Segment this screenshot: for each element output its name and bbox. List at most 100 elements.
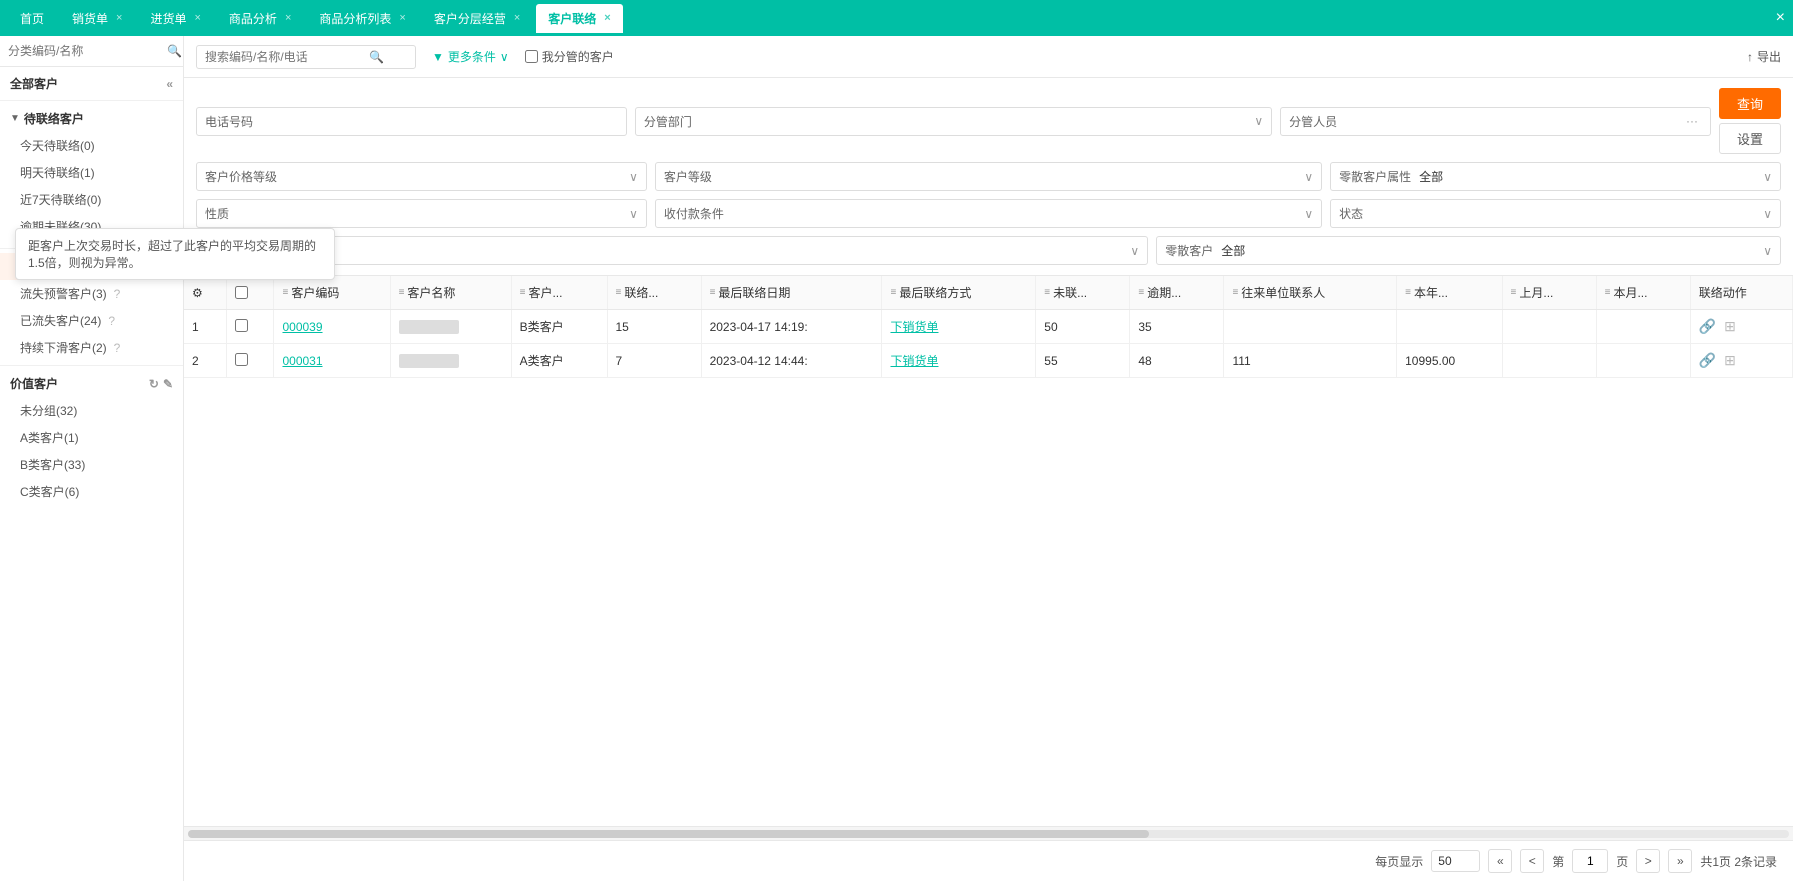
query-button[interactable]: 查询 xyxy=(1719,88,1781,119)
settings-icon[interactable]: ⚙ xyxy=(192,286,203,300)
filter-payment[interactable]: 收付款条件 ∨ xyxy=(655,199,1322,228)
col-uncontacted[interactable]: ≡ 未联... xyxy=(1036,276,1130,310)
close-tab-customer-contact[interactable]: × xyxy=(604,12,610,24)
close-tab-goods-analysis-list[interactable]: × xyxy=(399,12,405,24)
price-level-dropdown-icon[interactable]: ∨ xyxy=(629,170,638,184)
sidebar-group-pending[interactable]: ▼ 待联络客户 xyxy=(0,105,183,132)
help-icon-declining[interactable]: ? xyxy=(114,341,121,355)
tab-sales[interactable]: 销货单 × xyxy=(60,4,134,33)
col-code[interactable]: ≡ 客户编码 xyxy=(274,276,390,310)
close-window-button[interactable]: × xyxy=(1776,9,1785,27)
help-icon-churned[interactable]: ? xyxy=(108,314,115,328)
col-this-month[interactable]: ≡ 本月... xyxy=(1596,276,1690,310)
more-conditions-button[interactable]: ▼ 更多条件 ∨ xyxy=(424,44,517,69)
edit-icon[interactable]: ✎ xyxy=(163,377,173,391)
row-checkbox-1[interactable] xyxy=(235,319,248,332)
tab-customer-tier[interactable]: 客户分层经营 × xyxy=(422,4,532,33)
filter-customer-type[interactable]: 客户类型 ∨ xyxy=(220,236,1148,265)
nature-dropdown-icon[interactable]: ∨ xyxy=(629,207,638,221)
sidebar-item-c-class[interactable]: C类客户(6) xyxy=(0,478,183,505)
page-nav-first[interactable]: « xyxy=(1488,849,1512,873)
page-size-select[interactable]: 50 100 200 xyxy=(1431,850,1480,872)
col-contact[interactable]: ≡ 联络... xyxy=(607,276,701,310)
close-tab-sales[interactable]: × xyxy=(116,12,122,24)
filter-retail-customer[interactable]: 零散客户 全部 ∨ xyxy=(1156,236,1781,265)
more-icon[interactable]: ··· xyxy=(1686,114,1698,128)
sidebar-search-input[interactable] xyxy=(8,44,163,58)
filter-nature[interactable]: 性质 ∨ xyxy=(196,199,647,228)
page-nav-prev[interactable]: < xyxy=(1520,849,1544,873)
col-last-month[interactable]: ≡ 上月... xyxy=(1502,276,1596,310)
sidebar-pending-group: ▼ 待联络客户 今天待联络(0) 明天待联络(1) 近7天待联络(0) 逾期未联… xyxy=(0,101,183,244)
sidebar-item-today[interactable]: 今天待联络(0) xyxy=(0,132,183,159)
filter-status[interactable]: 状态 ∨ xyxy=(1330,199,1781,228)
filter-manager[interactable]: 分管人员 ··· xyxy=(1280,107,1711,136)
page-nav-last[interactable]: » xyxy=(1668,849,1692,873)
filter-customer-level[interactable]: 客户等级 ∨ xyxy=(655,162,1322,191)
cell-name-2 xyxy=(390,344,511,378)
search-submit-icon[interactable]: 🔍 xyxy=(369,50,384,64)
row-checkbox-2[interactable] xyxy=(235,353,248,366)
search-icon[interactable]: 🔍 xyxy=(167,44,182,58)
close-tab-customer-tier[interactable]: × xyxy=(514,12,520,24)
sidebar-item-b-class[interactable]: B类客户(33) xyxy=(0,451,183,478)
my-customers-checkbox[interactable] xyxy=(525,50,538,63)
close-tab-purchase[interactable]: × xyxy=(194,12,200,24)
tab-home[interactable]: 首页 xyxy=(8,4,56,33)
customer-level-dropdown-icon[interactable]: ∨ xyxy=(1304,170,1313,184)
retail-attr-dropdown-icon[interactable]: ∨ xyxy=(1763,170,1772,184)
col-overdue[interactable]: ≡ 逾期... xyxy=(1130,276,1224,310)
close-tab-goods-analysis[interactable]: × xyxy=(285,12,291,24)
sidebar-item-declining[interactable]: 持续下滑客户(2) ? xyxy=(0,334,183,361)
col-name[interactable]: ≡ 客户名称 xyxy=(390,276,511,310)
payment-dropdown-icon[interactable]: ∨ xyxy=(1304,207,1313,221)
sidebar-item-7days[interactable]: 近7天待联络(0) xyxy=(0,186,183,213)
customer-type-dropdown-icon[interactable]: ∨ xyxy=(1130,244,1139,258)
help-icon-churn-warning[interactable]: ? xyxy=(114,287,121,301)
cell-last-method-2[interactable]: 下销货单 xyxy=(882,344,1036,378)
scroll-thumb[interactable] xyxy=(188,830,1149,838)
page-input[interactable] xyxy=(1572,849,1608,873)
cell-type-1: B类客户 xyxy=(511,310,607,344)
retail-customer-dropdown-icon[interactable]: ∨ xyxy=(1763,244,1772,258)
search-input[interactable] xyxy=(205,50,365,64)
cell-code-1[interactable]: 000039 xyxy=(274,310,390,344)
tab-purchase[interactable]: 进货单 × xyxy=(138,4,212,33)
col-type[interactable]: ≡ 客户... xyxy=(511,276,607,310)
sidebar-item-ungrouped[interactable]: 未分组(32) xyxy=(0,397,183,424)
filter-department[interactable]: 分管部门 ∨ xyxy=(635,107,1272,136)
sidebar-item-churn-warning[interactable]: 流失预警客户(3) ? xyxy=(0,280,183,307)
tooltip-box: 距客户上次交易时长，超过了此客户的平均交易周期的1.5倍，则视为异常。 xyxy=(184,228,335,280)
col-year-amount[interactable]: ≡ 本年... xyxy=(1397,276,1502,310)
cell-code-2[interactable]: 000031 xyxy=(274,344,390,378)
qr-icon-1[interactable]: ⊞ xyxy=(1724,318,1736,335)
col-contacts[interactable]: ≡ 往来单位联系人 xyxy=(1224,276,1397,310)
col-last-date[interactable]: ≡ 最后联络日期 xyxy=(701,276,882,310)
sidebar-group-value-customers[interactable]: 价值客户 ↻ ✎ xyxy=(0,370,183,397)
filter-price-level[interactable]: 客户价格等级 ∨ xyxy=(196,162,647,191)
sidebar-item-tomorrow[interactable]: 明天待联络(1) xyxy=(0,159,183,186)
page-nav-next[interactable]: > xyxy=(1636,849,1660,873)
refresh-icon[interactable]: ↻ xyxy=(149,377,159,391)
horizontal-scrollbar[interactable] xyxy=(184,826,1793,840)
link-icon-1[interactable]: 🔗 xyxy=(1699,318,1716,335)
tab-goods-analysis-list[interactable]: 商品分析列表 × xyxy=(307,4,417,33)
tab-goods-analysis[interactable]: 商品分析 × xyxy=(217,4,303,33)
phone-input[interactable] xyxy=(257,114,618,128)
setting-button[interactable]: 设置 xyxy=(1719,123,1781,154)
scroll-track[interactable] xyxy=(188,830,1789,838)
qr-icon-2[interactable]: ⊞ xyxy=(1724,352,1736,369)
department-dropdown-icon[interactable]: ∨ xyxy=(1254,114,1263,128)
link-icon-2[interactable]: 🔗 xyxy=(1699,352,1716,369)
export-button[interactable]: ↑ 导出 xyxy=(1747,48,1781,65)
cell-last-method-1[interactable]: 下销货单 xyxy=(882,310,1036,344)
status-dropdown-icon[interactable]: ∨ xyxy=(1763,207,1772,221)
select-all-checkbox[interactable] xyxy=(235,286,248,299)
sidebar-collapse-button[interactable]: « xyxy=(166,77,173,91)
cell-contacts-1 xyxy=(1224,310,1397,344)
sidebar-item-churned[interactable]: 已流失客户(24) ? xyxy=(0,307,183,334)
filter-retail-attr[interactable]: 零散客户属性 全部 ∨ xyxy=(1330,162,1781,191)
sidebar-item-a-class[interactable]: A类客户(1) xyxy=(0,424,183,451)
tab-customer-contact[interactable]: 客户联络 × xyxy=(536,4,622,33)
col-last-method[interactable]: ≡ 最后联络方式 xyxy=(882,276,1036,310)
